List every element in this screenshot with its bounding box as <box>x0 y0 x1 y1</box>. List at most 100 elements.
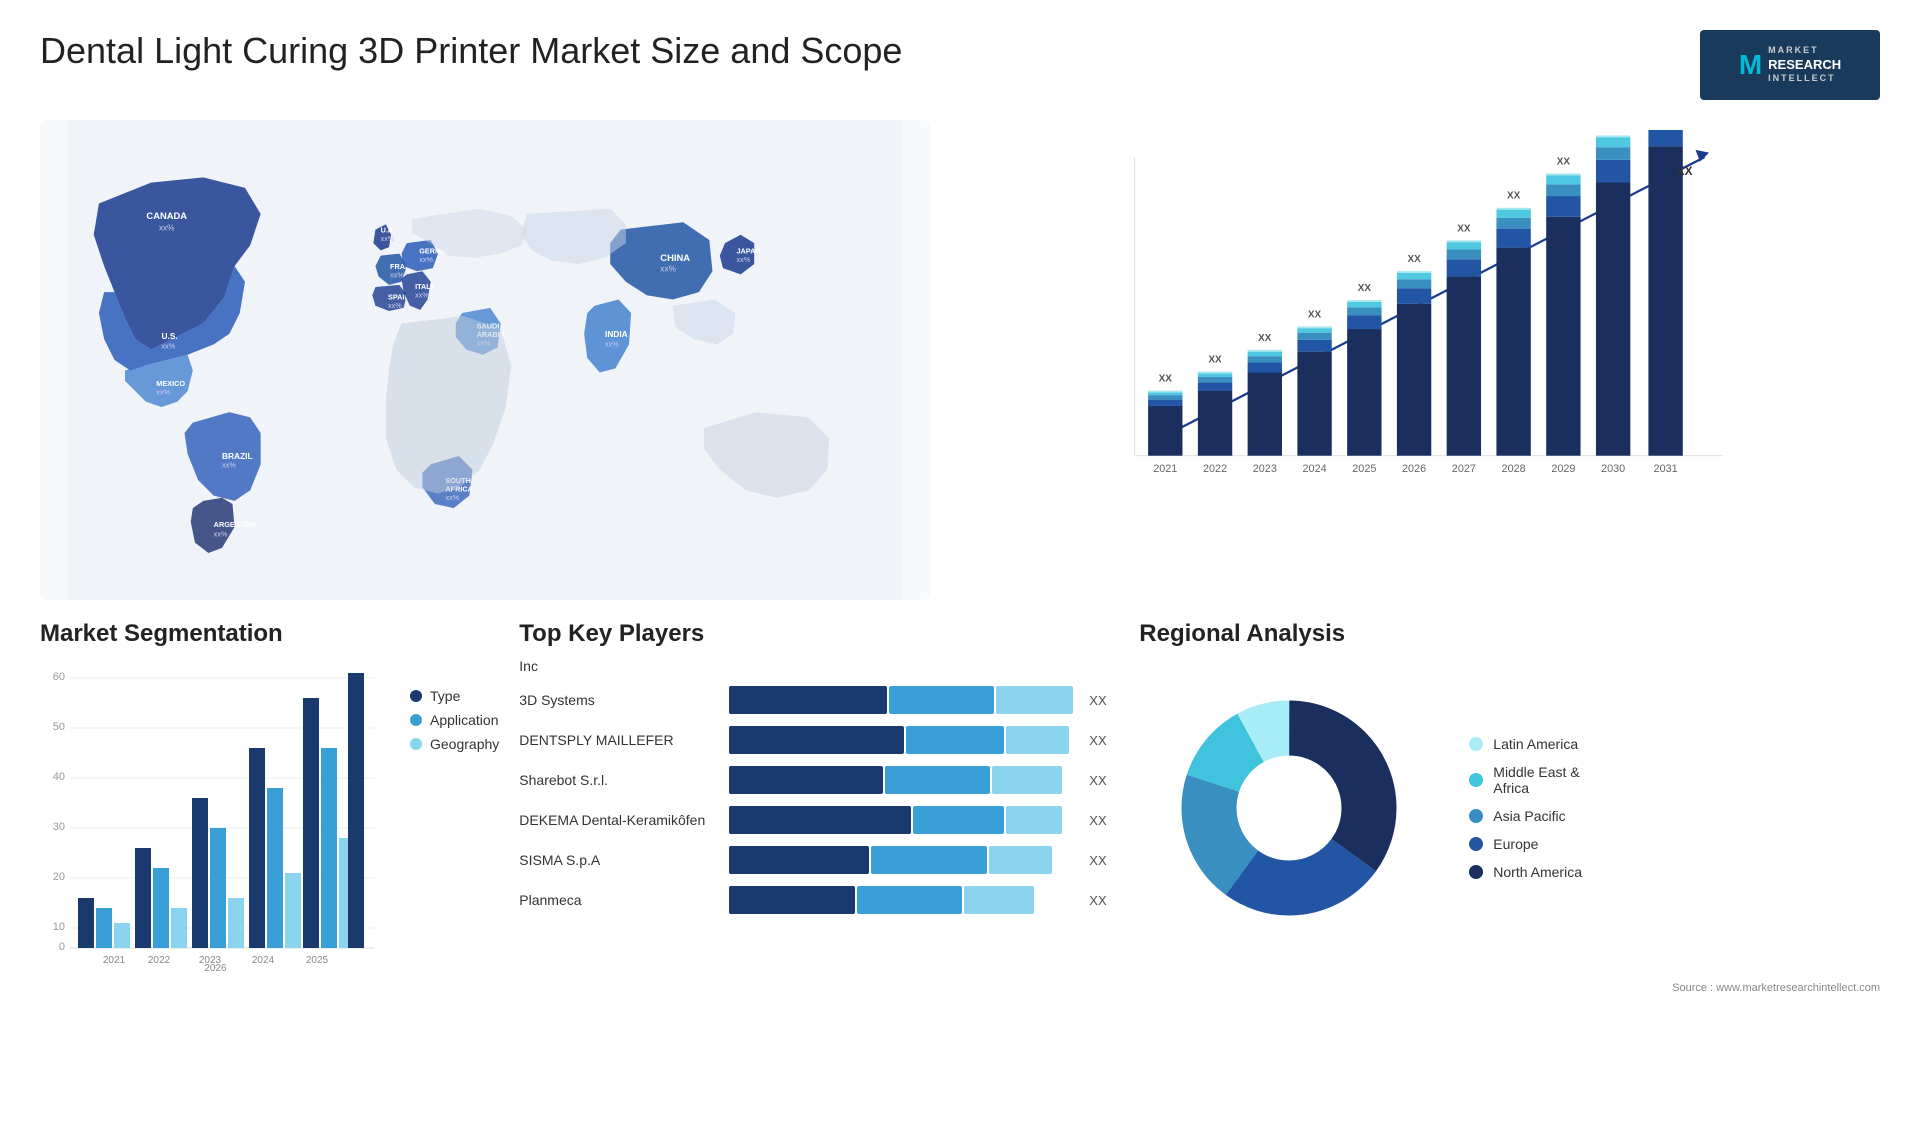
svg-text:xx%: xx% <box>156 387 170 396</box>
player-bar <box>729 806 1079 834</box>
table-row: DENTSPLY MAILLEFER XX <box>519 726 1119 754</box>
bar-seg-3 <box>989 846 1052 874</box>
bar-chart-section: XX XX XX <box>950 120 1880 600</box>
legend-europe: Europe <box>1469 836 1582 852</box>
header: Dental Light Curing 3D Printer Market Si… <box>0 0 1920 120</box>
legend-latin-america: Latin America <box>1469 736 1582 752</box>
bar-seg-2 <box>871 846 987 874</box>
svg-text:XX: XX <box>1358 283 1372 294</box>
svg-text:2023: 2023 <box>1253 463 1277 475</box>
svg-text:XX: XX <box>1258 333 1272 344</box>
x-label-2026: 2026 <box>204 963 226 974</box>
player-name: DENTSPLY MAILLEFER <box>519 732 719 748</box>
donut-chart <box>1139 658 1439 958</box>
svg-text:2025: 2025 <box>306 955 329 966</box>
svg-text:2021: 2021 <box>1153 463 1177 475</box>
svg-text:XX: XX <box>1208 355 1222 366</box>
bar-seg-1 <box>729 886 855 914</box>
bar-seg-1 <box>729 846 869 874</box>
svg-text:XX: XX <box>1159 374 1173 385</box>
bar-seg-3 <box>992 766 1062 794</box>
page-title: Dental Light Curing 3D Printer Market Si… <box>40 30 902 72</box>
bar-seg-2 <box>857 886 962 914</box>
segmentation-title: Market Segmentation <box>40 620 499 648</box>
svg-text:2024: 2024 <box>1303 463 1327 475</box>
svg-text:2024: 2024 <box>252 955 275 966</box>
asia-pacific-dot <box>1469 809 1483 823</box>
svg-text:0: 0 <box>59 941 65 953</box>
latin-america-dot <box>1469 737 1483 751</box>
bar-seg-2 <box>885 766 990 794</box>
svg-text:XX: XX <box>1308 309 1322 320</box>
seg-legend-type-label: Type <box>430 688 460 704</box>
regional-title: Regional Analysis <box>1139 620 1880 648</box>
svg-text:XX: XX <box>1407 254 1421 265</box>
player-name: SISMA S.p.A <box>519 852 719 868</box>
svg-text:CHINA: CHINA <box>660 252 690 263</box>
player-name: Planmeca <box>519 892 719 908</box>
table-row: 3D Systems XX <box>519 686 1119 714</box>
svg-text:xx%: xx% <box>388 301 402 310</box>
bar-seg-3 <box>996 686 1073 714</box>
player-value: XX <box>1089 693 1119 708</box>
seg-legend-application: Application <box>410 712 499 728</box>
bottom-row: Market Segmentation 60 50 40 30 20 10 0 <box>40 600 1880 1020</box>
seg-legend-type: Type <box>410 688 499 704</box>
svg-text:xx%: xx% <box>159 223 175 233</box>
bar-seg-3 <box>1006 806 1062 834</box>
bar-seg-2 <box>889 686 994 714</box>
bar-seg-2 <box>913 806 1004 834</box>
logo-line2: RESEARCH <box>1768 57 1841 74</box>
svg-text:xx%: xx% <box>605 339 619 348</box>
middle-east-dot <box>1469 773 1483 787</box>
bar-seg-1 <box>729 726 904 754</box>
svg-text:2028: 2028 <box>1502 463 1526 475</box>
svg-text:XX: XX <box>1457 223 1471 234</box>
table-row: Planmeca XX <box>519 886 1119 914</box>
bar-seg-3 <box>1006 726 1069 754</box>
asia-pacific-label: Asia Pacific <box>1493 808 1565 824</box>
seg-legend-application-label: Application <box>430 712 499 728</box>
logo-line3: INTELLECT <box>1768 73 1841 85</box>
north-america-dot <box>1469 865 1483 879</box>
bar-chart-svg: XX XX XX <box>970 130 1860 510</box>
regional-legend: Latin America Middle East &Africa Asia P… <box>1469 736 1582 880</box>
svg-text:xx%: xx% <box>415 290 429 299</box>
player-name: DEKEMA Dental-Keramikôfen <box>519 812 719 828</box>
svg-text:60: 60 <box>53 671 65 683</box>
segmentation-section: Market Segmentation 60 50 40 30 20 10 0 <box>40 620 499 1020</box>
bar-chart-wrapper: XX XX XX <box>970 130 1860 510</box>
svg-text:xx%: xx% <box>162 342 176 351</box>
europe-dot <box>1469 837 1483 851</box>
svg-text:30: 30 <box>53 821 65 833</box>
top-row: CANADA xx% U.S. xx% MEXICO xx% BRAZIL xx… <box>40 120 1880 600</box>
svg-text:2025: 2025 <box>1352 463 1376 475</box>
player-value: XX <box>1089 733 1119 748</box>
svg-text:XX: XX <box>1557 156 1571 167</box>
svg-text:2021: 2021 <box>103 955 126 966</box>
player-value: XX <box>1089 893 1119 908</box>
bar-seg-1 <box>729 686 887 714</box>
europe-label: Europe <box>1493 836 1538 852</box>
svg-text:20: 20 <box>53 871 65 883</box>
svg-text:INDIA: INDIA <box>605 329 628 339</box>
players-header-label: Inc <box>519 658 719 674</box>
player-value: XX <box>1089 813 1119 828</box>
svg-text:50: 50 <box>53 721 65 733</box>
player-bar <box>729 766 1079 794</box>
player-value: XX <box>1089 773 1119 788</box>
svg-text:40: 40 <box>53 771 65 783</box>
svg-text:2029: 2029 <box>1551 463 1575 475</box>
application-dot <box>410 714 422 726</box>
north-america-label: North America <box>1493 864 1582 880</box>
player-bar <box>729 726 1079 754</box>
seg-legend: Type Application Geography <box>410 688 499 752</box>
svg-text:CANADA: CANADA <box>146 210 187 221</box>
player-value: XX <box>1089 853 1119 868</box>
legend-middle-east: Middle East &Africa <box>1469 764 1582 796</box>
svg-text:xx%: xx% <box>445 493 459 502</box>
svg-text:10: 10 <box>53 921 65 933</box>
svg-text:xx%: xx% <box>660 263 676 273</box>
table-row: SISMA S.p.A XX <box>519 846 1119 874</box>
legend-north-america: North America <box>1469 864 1582 880</box>
